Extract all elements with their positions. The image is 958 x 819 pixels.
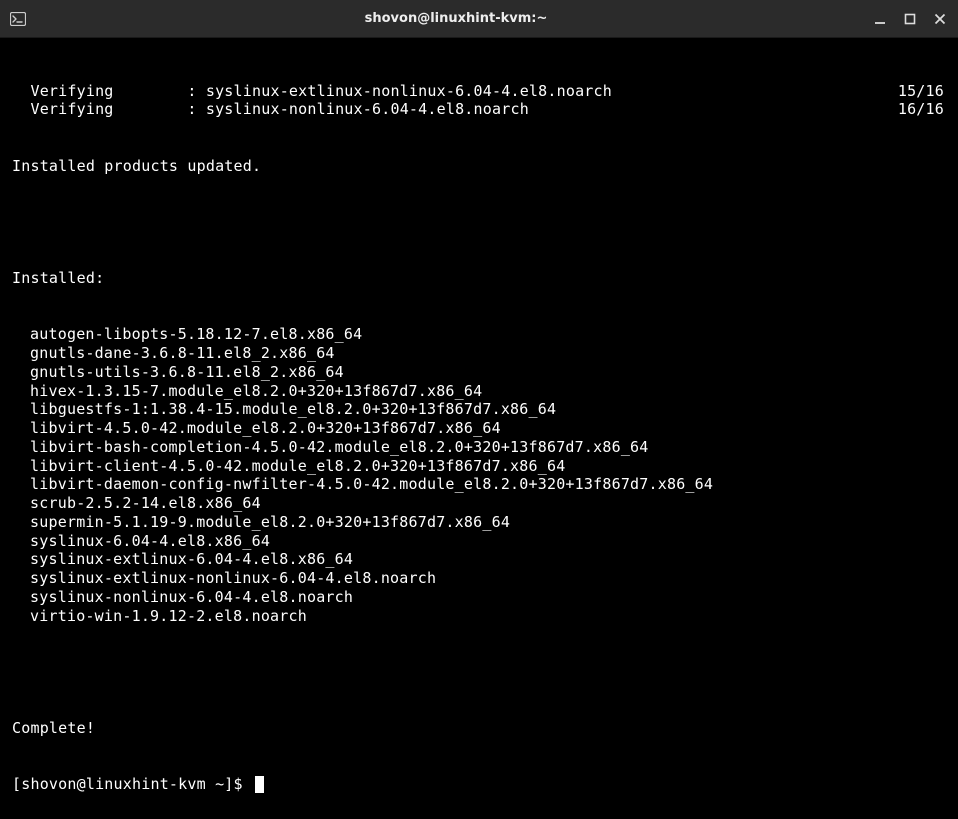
installed-package: syslinux-extlinux-6.04-4.el8.x86_64 — [12, 550, 946, 569]
verify-count: 15/16 — [612, 82, 946, 101]
status-line: Installed products updated. — [12, 157, 946, 176]
installed-package: libvirt-4.5.0-42.module_el8.2.0+320+13f8… — [12, 419, 946, 438]
verify-label: Verifying : syslinux-nonlinux-6.04-4.el8… — [12, 100, 529, 119]
installed-package: syslinux-nonlinux-6.04-4.el8.noarch — [12, 588, 946, 607]
installed-package: supermin-5.1.19-9.module_el8.2.0+320+13f… — [12, 513, 946, 532]
installed-package: hivex-1.3.15-7.module_el8.2.0+320+13f867… — [12, 382, 946, 401]
installed-package: libvirt-client-4.5.0-42.module_el8.2.0+3… — [12, 457, 946, 476]
verify-row: Verifying : syslinux-nonlinux-6.04-4.el8… — [12, 100, 946, 119]
installed-package: gnutls-utils-3.6.8-11.el8_2.x86_64 — [12, 363, 946, 382]
installed-package: autogen-libopts-5.18.12-7.el8.x86_64 — [12, 325, 946, 344]
blank-line — [12, 213, 946, 232]
installed-header: Installed: — [12, 269, 946, 288]
installed-package: syslinux-6.04-4.el8.x86_64 — [12, 532, 946, 551]
terminal-output[interactable]: Verifying : syslinux-extlinux-nonlinux-6… — [0, 38, 958, 819]
verify-count: 16/16 — [529, 100, 946, 119]
verify-label: Verifying : syslinux-extlinux-nonlinux-6… — [12, 82, 612, 101]
close-button[interactable] — [932, 11, 948, 27]
installed-package: libvirt-bash-completion-4.5.0-42.module_… — [12, 438, 946, 457]
installed-package: libguestfs-1:1.38.4-15.module_el8.2.0+32… — [12, 400, 946, 419]
installed-package: libvirt-daemon-config-nwfilter-4.5.0-42.… — [12, 475, 946, 494]
prompt-line[interactable]: [shovon@linuxhint-kvm ~]$ — [12, 775, 946, 794]
window-controls — [872, 11, 948, 27]
installed-package: scrub-2.5.2-14.el8.x86_64 — [12, 494, 946, 513]
minimize-button[interactable] — [872, 11, 888, 27]
maximize-button[interactable] — [902, 11, 918, 27]
prompt-text: [shovon@linuxhint-kvm ~]$ — [12, 775, 252, 794]
verify-row: Verifying : syslinux-extlinux-nonlinux-6… — [12, 82, 946, 101]
cursor — [255, 776, 264, 793]
installed-package: gnutls-dane-3.6.8-11.el8_2.x86_64 — [12, 344, 946, 363]
blank-line — [12, 663, 946, 682]
window-titlebar: shovon@linuxhint-kvm:~ — [0, 0, 958, 38]
installed-package: syslinux-extlinux-nonlinux-6.04-4.el8.no… — [12, 569, 946, 588]
window-title: shovon@linuxhint-kvm:~ — [40, 11, 872, 26]
installed-package: virtio-win-1.9.12-2.el8.noarch — [12, 607, 946, 626]
terminal-icon — [10, 12, 26, 26]
complete-line: Complete! — [12, 719, 946, 738]
